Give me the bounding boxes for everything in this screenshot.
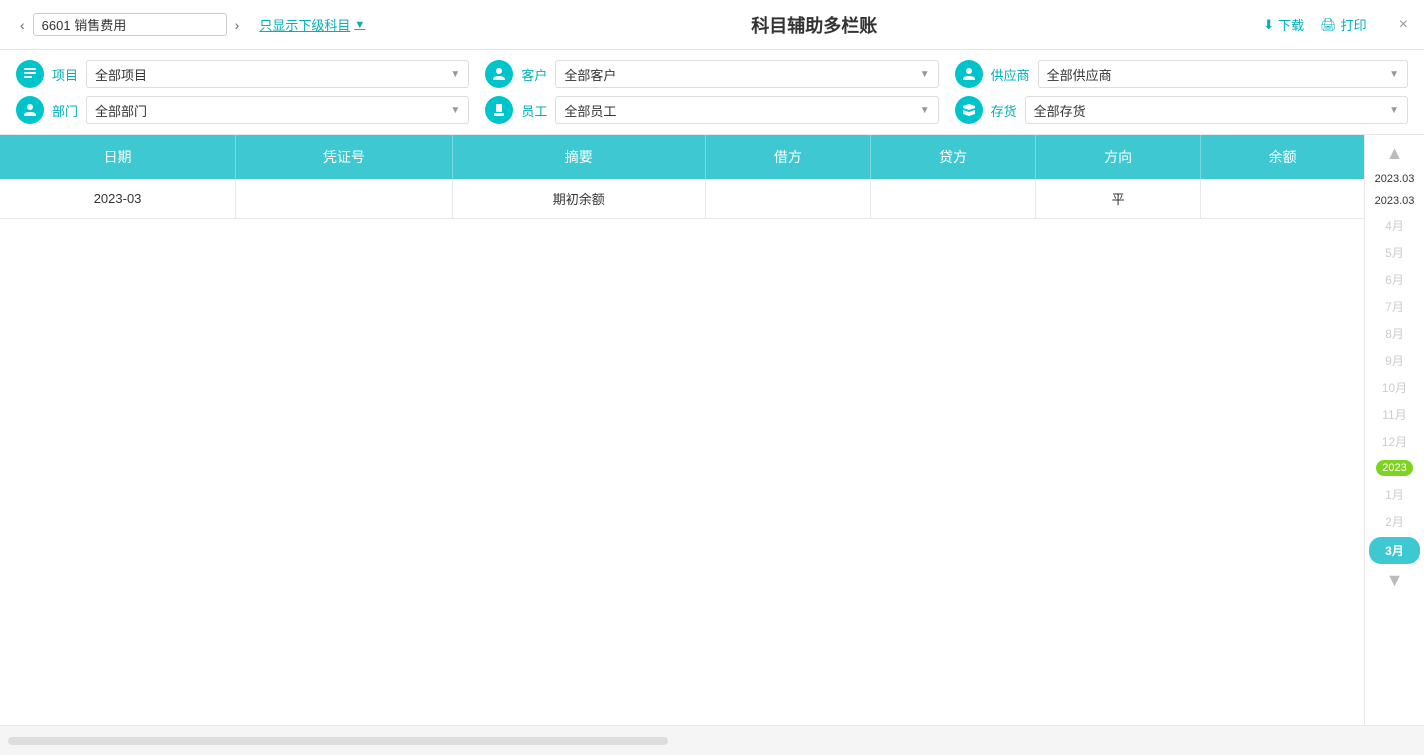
download-btn[interactable]: ⬇ 下载 (1263, 15, 1304, 34)
filter-item-customer: 客户 全部客户 ▼ (485, 60, 938, 88)
department-icon (16, 96, 44, 124)
filter-item-project: 项目 全部项目 ▼ (16, 60, 469, 88)
project-select[interactable]: 全部项目 ▼ (86, 60, 469, 88)
download-icon: ⬇ (1263, 17, 1274, 33)
table-row: 2023-03 期初余额 平 (0, 179, 1364, 219)
cell-voucher (236, 179, 452, 219)
main-table: 日期 凭证号 摘要 借方 贷方 方向 余额 2023-03 期初余额 平 (0, 135, 1364, 725)
supplier-icon (955, 60, 983, 88)
prev-period-btn[interactable]: ‹ (16, 15, 29, 35)
department-arrow: ▼ (450, 105, 460, 116)
timeline-item-8[interactable]: 8月 (1365, 320, 1424, 347)
col-summary: 摘要 (452, 135, 705, 179)
department-value: 全部部门 (95, 101, 147, 120)
print-icon: 🖨 (1320, 17, 1337, 33)
timeline-year-2023[interactable]: 2023 (1365, 455, 1424, 481)
project-arrow: ▼ (450, 69, 460, 80)
print-btn[interactable]: 🖨 打印 (1320, 15, 1367, 34)
next-period-btn[interactable]: › (231, 15, 244, 35)
col-balance: 余额 (1201, 135, 1364, 179)
filter-item-inventory: 存货 全部存货 ▼ (955, 96, 1408, 124)
table-header-row: 日期 凭证号 摘要 借方 贷方 方向 余额 (0, 135, 1364, 179)
cell-credit (870, 179, 1035, 219)
department-label: 部门 (52, 101, 78, 120)
customer-value: 全部客户 (564, 65, 616, 84)
filter-row-2: 部门 全部部门 ▼ 员工 全部员工 ▼ (16, 96, 1408, 124)
timeline-item-2023-03-top[interactable]: 2023.03 (1365, 168, 1424, 190)
inventory-label: 存货 (991, 101, 1017, 120)
employee-icon (485, 96, 513, 124)
supplier-arrow: ▼ (1389, 69, 1399, 80)
timeline-item-9[interactable]: 9月 (1365, 347, 1424, 374)
supplier-label: 供应商 (991, 65, 1030, 84)
col-date: 日期 (0, 135, 236, 179)
filter-item-supplier: 供应商 全部供应商 ▼ (955, 60, 1408, 88)
page-title: 科目辅助多栏账 (365, 12, 1263, 38)
side-timeline: ▲ 2023.03 2023.03 4月 5月 6月 7月 8月 9月 10月 … (1364, 135, 1424, 725)
inventory-select[interactable]: 全部存货 ▼ (1025, 96, 1408, 124)
customer-icon (485, 60, 513, 88)
timeline-item-2[interactable]: 2月 (1365, 508, 1424, 535)
filter-item-employee: 员工 全部员工 ▼ (485, 96, 938, 124)
show-sub-toggle[interactable]: 只显示下级科目 ▼ (259, 15, 365, 34)
employee-select[interactable]: 全部员工 ▼ (555, 96, 938, 124)
cell-date: 2023-03 (0, 179, 236, 219)
project-value: 全部项目 (95, 65, 147, 84)
show-sub-label: 只显示下级科目 (259, 15, 350, 34)
toolbar-right: ⬇ 下载 🖨 打印 × (1263, 15, 1408, 34)
col-debit: 借方 (705, 135, 870, 179)
bottom-bar (0, 725, 1424, 755)
timeline-item-5[interactable]: 5月 (1365, 239, 1424, 266)
timeline-item-7[interactable]: 7月 (1365, 293, 1424, 320)
timeline-down-btn[interactable]: ▼ (1382, 566, 1408, 595)
employee-value: 全部员工 (564, 101, 616, 120)
project-label: 项目 (52, 65, 78, 84)
cell-debit (705, 179, 870, 219)
supplier-value: 全部供应商 (1047, 65, 1112, 84)
employee-label: 员工 (521, 101, 547, 120)
inventory-value: 全部存货 (1034, 101, 1086, 120)
project-icon (16, 60, 44, 88)
timeline-item-4[interactable]: 4月 (1365, 212, 1424, 239)
timeline-item-10[interactable]: 10月 (1365, 374, 1424, 401)
print-label: 打印 (1341, 15, 1367, 34)
cell-summary: 期初余额 (452, 179, 705, 219)
cell-direction: 平 (1036, 179, 1201, 219)
timeline-item-3-selected[interactable]: 3月 (1369, 537, 1420, 564)
supplier-select[interactable]: 全部供应商 ▼ (1038, 60, 1408, 88)
inventory-icon (955, 96, 983, 124)
timeline-item-2023-03-b[interactable]: 2023.03 (1365, 190, 1424, 212)
col-voucher: 凭证号 (236, 135, 452, 179)
top-bar: ‹ › 只显示下级科目 ▼ 科目辅助多栏账 ⬇ 下载 🖨 打印 × (0, 0, 1424, 50)
timeline-item-6[interactable]: 6月 (1365, 266, 1424, 293)
department-select[interactable]: 全部部门 ▼ (86, 96, 469, 124)
table-wrapper: 日期 凭证号 摘要 借方 贷方 方向 余额 2023-03 期初余额 平 ▲ 2… (0, 135, 1424, 725)
timeline-item-12[interactable]: 12月 (1365, 428, 1424, 455)
employee-arrow: ▼ (920, 105, 930, 116)
horizontal-scrollbar[interactable] (8, 737, 668, 745)
cell-balance (1201, 179, 1364, 219)
col-credit: 贷方 (870, 135, 1035, 179)
customer-label: 客户 (521, 65, 547, 84)
timeline-item-1[interactable]: 1月 (1365, 481, 1424, 508)
filter-bar: 项目 全部项目 ▼ 客户 全部客户 ▼ (0, 50, 1424, 135)
col-direction: 方向 (1036, 135, 1201, 179)
timeline-up-btn[interactable]: ▲ (1382, 139, 1408, 168)
year-badge-label: 2023 (1376, 460, 1412, 476)
filter-row-1: 项目 全部项目 ▼ 客户 全部客户 ▼ (16, 60, 1408, 88)
customer-select[interactable]: 全部客户 ▼ (555, 60, 938, 88)
download-label: 下载 (1278, 15, 1304, 34)
close-btn[interactable]: × (1399, 16, 1408, 34)
filter-item-department: 部门 全部部门 ▼ (16, 96, 469, 124)
timeline-item-11[interactable]: 11月 (1365, 401, 1424, 428)
inventory-arrow: ▼ (1389, 105, 1399, 116)
show-sub-chevron: ▼ (354, 19, 365, 31)
ledger-table: 日期 凭证号 摘要 借方 贷方 方向 余额 2023-03 期初余额 平 (0, 135, 1364, 219)
customer-arrow: ▼ (920, 69, 930, 80)
account-code-input[interactable] (33, 13, 227, 36)
